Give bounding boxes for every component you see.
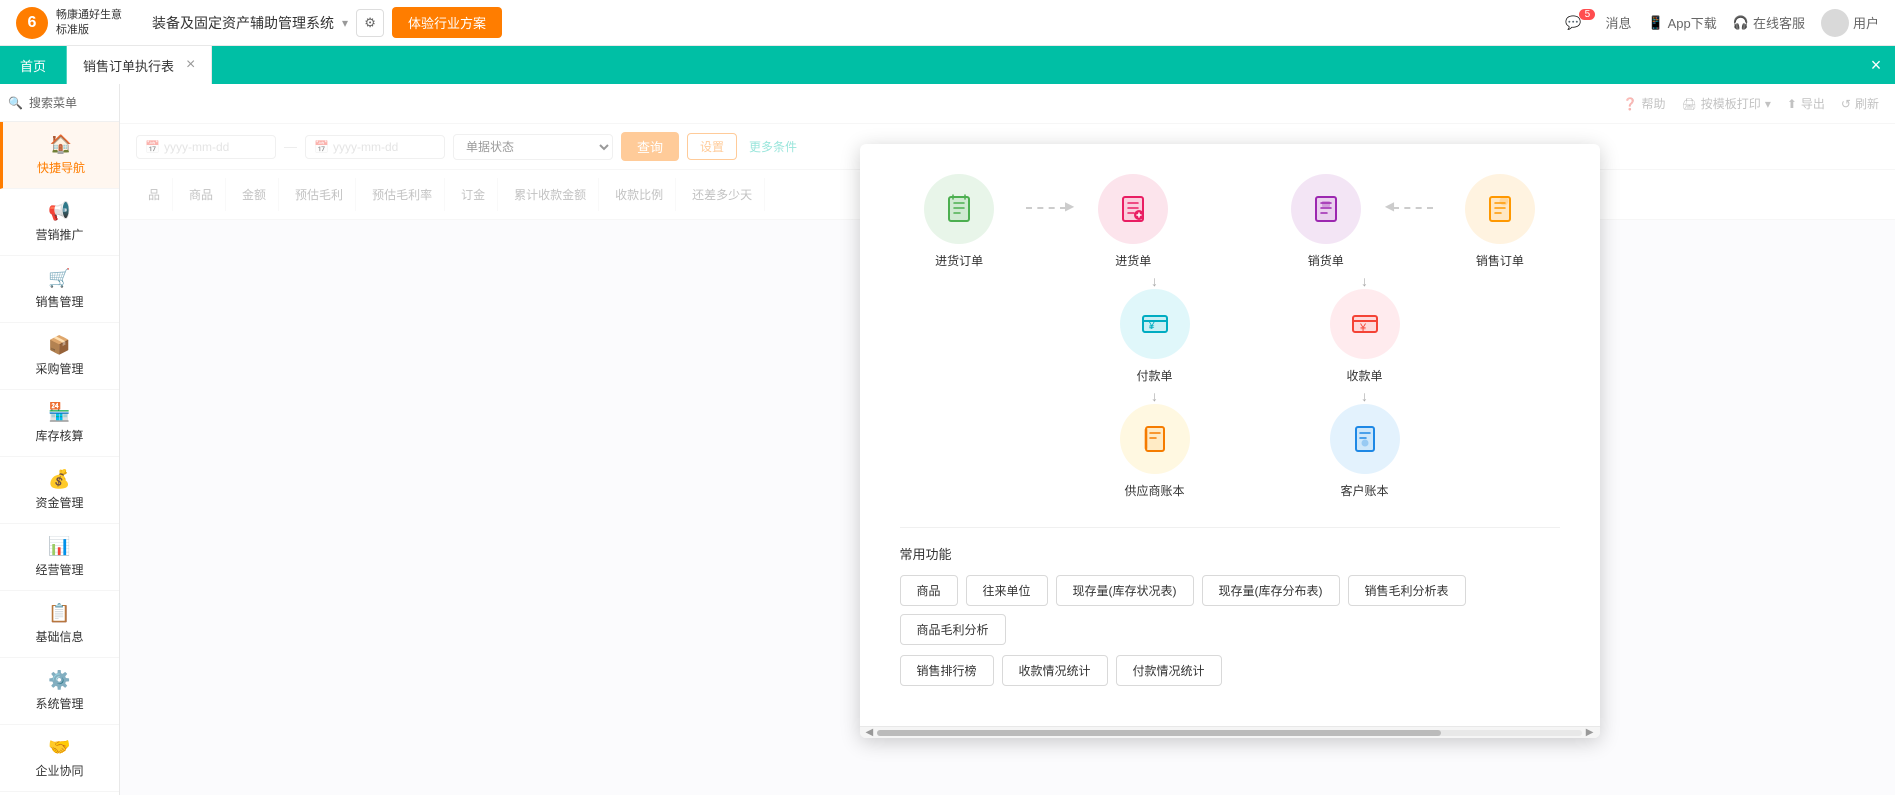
inventory-icon: 🏪 — [48, 402, 70, 423]
sidebar-item-marketing[interactable]: 📢 营销推广 — [0, 189, 119, 256]
user-area[interactable]: 用户 — [1821, 9, 1879, 37]
sale-slip-icon — [1291, 174, 1361, 244]
common-functions: 常用功能 商品 往来单位 现存量(库存状况表) 现存量(库存分布表) 销售毛利分… — [900, 527, 1560, 686]
arrow-down-receipt: ↓ — [1300, 388, 1430, 404]
download-icon: 📱 — [1647, 15, 1663, 31]
search-icon: 🔍 — [8, 96, 23, 110]
sidebar: 🔍 搜索菜单 🏠 快捷导航 📢 营销推广 🛒 销售管理 📦 采购管理 🏪 库存核… — [0, 84, 120, 795]
sidebar-item-system[interactable]: ⚙️ 系统管理 — [0, 658, 119, 725]
header-right: 💬 5 消息 📱 App下载 🎧 在线客服 用户 — [1565, 9, 1879, 37]
sidebar-item-sales[interactable]: 🛒 销售管理 — [0, 256, 119, 323]
cf-btn-product-margin[interactable]: 商品毛利分析 — [900, 614, 1006, 645]
flow-arrows-row-2: ↓ ↓ — [900, 388, 1560, 404]
purchase-slip-icon — [1098, 174, 1168, 244]
modal-scrollbar: ◀ ▶ — [860, 726, 1600, 738]
finance-icon: 💰 — [48, 469, 70, 490]
service-icon: 🎧 — [1733, 15, 1749, 31]
flow-node-customer-ledger[interactable]: 客户账本 — [1300, 404, 1430, 499]
tab-home[interactable]: 首页 — [0, 46, 67, 84]
tab-current[interactable]: 销售订单执行表 × — [67, 46, 212, 84]
marketing-icon: 📢 — [48, 201, 70, 222]
system-icon: ⚙️ — [48, 670, 70, 691]
sidebar-item-operation[interactable]: 📊 经营管理 — [0, 524, 119, 591]
content-area: ❓ 帮助 🖨 按模板打印 ▾ ⬆ 导出 ↺ 刷新 📅 yyyy-mm-dd — [120, 84, 1895, 795]
tab-spacer — [212, 46, 1857, 84]
cf-btn-receipt-stats[interactable]: 收款情况统计 — [1002, 655, 1108, 686]
app-download-button[interactable]: 📱 App下载 — [1647, 13, 1716, 32]
svg-text:¥: ¥ — [1359, 322, 1367, 334]
flow-diagram: 进货订单 进货单 — [900, 174, 1560, 503]
purchase-order-icon — [924, 174, 994, 244]
basic-icon: 📋 — [48, 603, 70, 624]
flow-arrows-row: ↓ ↓ — [900, 273, 1560, 289]
sidebar-item-finance[interactable]: 💰 资金管理 — [0, 457, 119, 524]
sale-order-icon — [1465, 174, 1535, 244]
sales-icon: 🛒 — [48, 268, 70, 289]
payment-slip-icon: ¥ — [1120, 289, 1190, 359]
cf-buttons-row-2: 销售排行榜 收款情况统计 付款情况统计 — [900, 655, 1560, 686]
flow-node-sale-slip[interactable]: 销货单 — [1266, 174, 1385, 269]
cf-title: 常用功能 — [900, 544, 1560, 563]
flow-row-3: 供应商账本 客户账本 — [900, 404, 1560, 499]
scrollbar-track[interactable] — [877, 730, 1582, 736]
logo-icon: 6 — [16, 7, 48, 39]
sidebar-item-inventory[interactable]: 🏪 库存核算 — [0, 390, 119, 457]
cf-btn-payment-stats[interactable]: 付款情况统计 — [1116, 655, 1222, 686]
system-title-area: 装备及固定资产辅助管理系统 ▾ ⚙ 体验行业方案 — [136, 7, 1565, 38]
supplier-ledger-icon — [1120, 404, 1190, 474]
scroll-left-icon[interactable]: ◀ — [862, 727, 878, 738]
sidebar-item-purchase[interactable]: 📦 采购管理 — [0, 323, 119, 390]
sidebar-item-quick-nav[interactable]: 🏠 快捷导航 — [0, 122, 119, 189]
customer-ledger-icon — [1330, 404, 1400, 474]
search-menu-button[interactable]: 🔍 搜索菜单 — [0, 84, 119, 122]
scroll-right-icon[interactable]: ▶ — [1582, 727, 1598, 738]
flow-node-payment-slip[interactable]: ¥ 付款单 — [1090, 289, 1220, 384]
sidebar-item-basic[interactable]: 📋 基础信息 — [0, 591, 119, 658]
cf-btn-stock-dist[interactable]: 现存量(库存分布表) — [1202, 575, 1340, 606]
receipt-slip-icon: ¥ — [1330, 289, 1400, 359]
cf-btn-stock-status[interactable]: 现存量(库存状况表) — [1056, 575, 1194, 606]
arrow-purchase-order-to-slip — [1019, 207, 1074, 237]
cf-btn-counterparty[interactable]: 往来单位 — [966, 575, 1048, 606]
operation-icon: 📊 — [48, 536, 70, 557]
home-icon: 🏠 — [50, 134, 72, 155]
enterprise-icon: 🤝 — [48, 737, 70, 758]
quick-nav-modal: 进货订单 进货单 — [860, 144, 1600, 738]
sidebar-item-enterprise[interactable]: 🤝 企业协同 — [0, 725, 119, 792]
flow-node-purchase-slip[interactable]: 进货单 — [1074, 174, 1193, 269]
try-solution-button[interactable]: 体验行业方案 — [392, 7, 502, 38]
gear-button[interactable]: ⚙ — [356, 9, 384, 37]
cf-btn-product[interactable]: 商品 — [900, 575, 958, 606]
cf-buttons-row-1: 商品 往来单位 现存量(库存状况表) 现存量(库存分布表) 销售毛利分析表 商品… — [900, 575, 1560, 645]
purchase-icon: 📦 — [48, 335, 70, 356]
flow-node-supplier-ledger[interactable]: 供应商账本 — [1090, 404, 1220, 499]
arrow-down-payment: ↓ — [1090, 388, 1220, 404]
flow-node-sale-order[interactable]: 销售订单 — [1440, 174, 1559, 269]
dropdown-arrow-icon[interactable]: ▾ — [342, 16, 348, 30]
scrollbar-thumb — [877, 730, 1441, 736]
flow-row-2: ¥ 付款单 ¥ 收款单 — [900, 289, 1560, 384]
message-button[interactable]: 💬 5 消息 — [1565, 13, 1631, 32]
top-header: 6 畅康通好生意 标准版 装备及固定资产辅助管理系统 ▾ ⚙ 体验行业方案 💬 … — [0, 0, 1895, 46]
system-title: 装备及固定资产辅助管理系统 — [152, 13, 334, 33]
logo-text: 畅康通好生意 标准版 — [56, 8, 122, 37]
flow-row-1: 进货订单 进货单 — [900, 174, 1560, 269]
svg-text:¥: ¥ — [1148, 321, 1155, 332]
main-layout: 🔍 搜索菜单 🏠 快捷导航 📢 营销推广 🛒 销售管理 📦 采购管理 🏪 库存核… — [0, 84, 1895, 795]
tab-close-icon[interactable]: × — [186, 56, 195, 74]
avatar — [1821, 9, 1849, 37]
modal-content: 进货订单 进货单 — [860, 144, 1600, 726]
logo-area: 6 畅康通好生意 标准版 — [16, 7, 136, 39]
message-badge: 5 — [1579, 9, 1595, 20]
flow-node-purchase-order[interactable]: 进货订单 — [900, 174, 1019, 269]
arrow-sale-order-to-slip — [1385, 207, 1440, 237]
arrow-down-purchase-slip: ↓ — [1090, 273, 1220, 289]
tab-bar: 首页 销售订单执行表 × × — [0, 46, 1895, 84]
cf-btn-sales-ranking[interactable]: 销售排行榜 — [900, 655, 994, 686]
online-service-button[interactable]: 🎧 在线客服 — [1733, 13, 1805, 32]
arrow-down-sale-slip: ↓ — [1300, 273, 1430, 289]
flow-node-receipt-slip[interactable]: ¥ 收款单 — [1300, 289, 1430, 384]
tab-close-all-button[interactable]: × — [1857, 46, 1895, 84]
cf-btn-sales-margin[interactable]: 销售毛利分析表 — [1348, 575, 1466, 606]
